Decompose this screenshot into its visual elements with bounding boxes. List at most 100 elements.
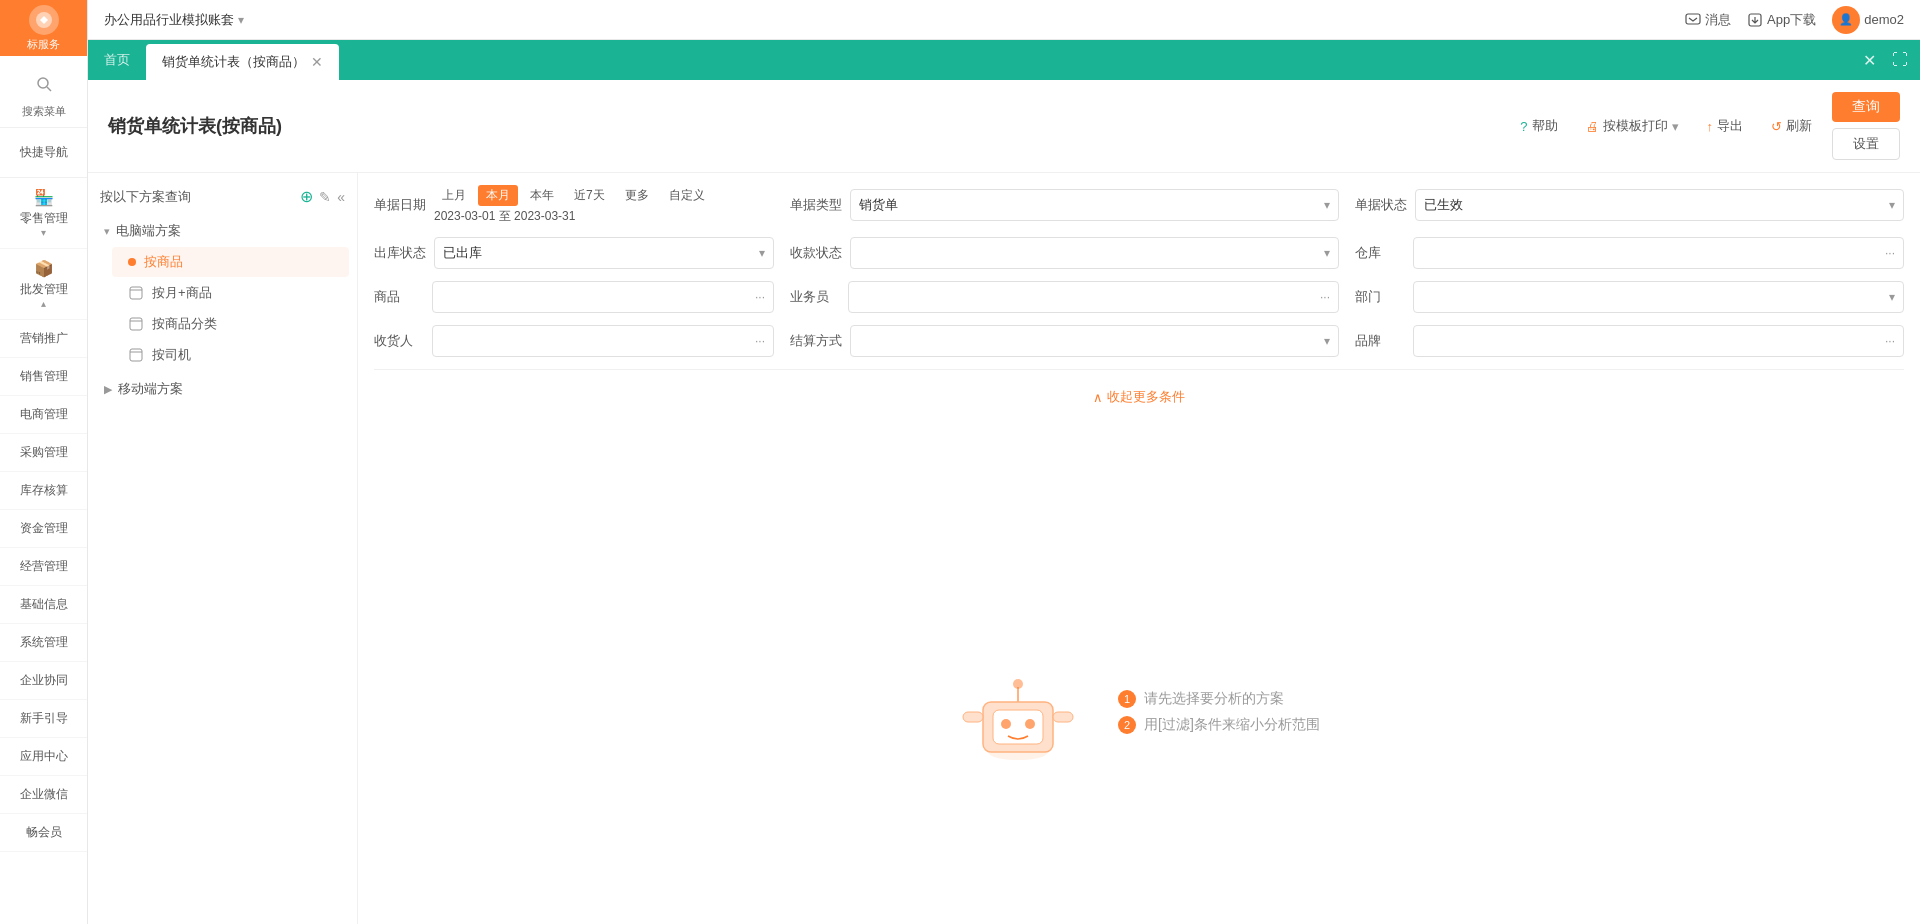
recipient-field: 收货人 ···	[374, 325, 774, 357]
workspace-text: 办公用品行业模拟账套	[104, 11, 234, 29]
date-tab-last-month[interactable]: 上月	[434, 185, 474, 206]
sidebar-item-member[interactable]: 畅会员	[0, 814, 87, 852]
sidebar-item-wholesale[interactable]: 📦 批发管理 ▴	[0, 249, 87, 320]
sidebar-item-apps[interactable]: 应用中心	[0, 738, 87, 776]
user-name-text: demo2	[1864, 12, 1904, 27]
brand-input[interactable]: ···	[1413, 325, 1904, 357]
scheme-edit-btn[interactable]: ✎	[319, 189, 331, 205]
salesperson-input[interactable]: ···	[848, 281, 1339, 313]
marketing-label: 营销推广	[20, 330, 68, 347]
warehouse-more-icon: ···	[1885, 246, 1895, 260]
sidebar-item-inventory[interactable]: 库存核算	[0, 472, 87, 510]
sidebar-item-marketing[interactable]: 营销推广	[0, 320, 87, 358]
setting-button[interactable]: 设置	[1832, 128, 1900, 160]
empty-tip-1: 1 请先选择要分析的方案	[1118, 690, 1284, 708]
sidebar-item-purchase[interactable]: 采购管理	[0, 434, 87, 472]
tab-sales-stats[interactable]: 销货单统计表（按商品） ✕	[146, 44, 339, 80]
desktop-group-arrow-icon: ▾	[104, 225, 110, 238]
collapse-filter-btn[interactable]: ∧ 收起更多条件	[1085, 380, 1193, 414]
sidebar-item-ecommerce[interactable]: 电商管理	[0, 396, 87, 434]
scheme-item-by-cashier[interactable]: 按司机	[112, 340, 349, 370]
settlement-input[interactable]: ▾	[850, 325, 1339, 357]
sidebar-item-tutorial[interactable]: 新手引导	[0, 700, 87, 738]
scheme-group-desktop-header[interactable]: ▾ 电脑端方案	[88, 216, 357, 246]
refresh-btn[interactable]: ↺ 刷新	[1763, 113, 1820, 139]
warehouse-label: 仓库	[1355, 244, 1405, 262]
sidebar-item-sales[interactable]: 销售管理	[0, 358, 87, 396]
sidebar-item-operations[interactable]: 经营管理	[0, 548, 87, 586]
scheme-item-by-category[interactable]: 按商品分类	[112, 309, 349, 339]
warehouse-status-input[interactable]: 已出库 ▾	[434, 237, 774, 269]
page-actions: ? 帮助 🖨 按模板打印 ▾ ↑ 导出 ↺ 刷新 查询	[1512, 92, 1900, 160]
member-label: 畅会员	[26, 824, 62, 841]
message-btn[interactable]: 消息	[1685, 11, 1731, 29]
doc-status-input[interactable]: 已生效 ▾	[1415, 189, 1904, 221]
warehouse-status-label: 出库状态	[374, 244, 426, 262]
sidebar-item-cooperation[interactable]: 企业协同	[0, 662, 87, 700]
help-label: 帮助	[1532, 117, 1558, 135]
export-label: 导出	[1717, 117, 1743, 135]
sidebar-item-system[interactable]: 系统管理	[0, 624, 87, 662]
tab-maximize-btn[interactable]: ⛶	[1888, 47, 1912, 73]
warehouse-input[interactable]: ···	[1413, 237, 1904, 269]
type-field: 单据类型 销货单 ▾	[790, 189, 1339, 221]
scheme-collapse-btn[interactable]: «	[337, 189, 345, 205]
app-download-icon	[1747, 12, 1763, 28]
print-btn[interactable]: 🖨 按模板打印 ▾	[1578, 113, 1687, 139]
tip-2-text: 用[过滤]条件来缩小分析范围	[1144, 716, 1320, 734]
scheme-item-by-month-product[interactable]: 按月+商品	[112, 278, 349, 308]
help-btn[interactable]: ? 帮助	[1512, 113, 1565, 139]
doc-status-field: 单据状态 已生效 ▾	[1355, 189, 1904, 221]
sales-label: 销售管理	[20, 368, 68, 385]
quick-nav-item[interactable]: 快捷导航	[20, 136, 68, 169]
svg-line-2	[47, 87, 51, 91]
scheme-item-by-product[interactable]: 按商品	[112, 247, 349, 277]
refresh-icon: ↺	[1771, 119, 1782, 134]
salesperson-field: 业务员 ···	[790, 281, 1339, 313]
wechat-label: 企业微信	[20, 786, 68, 803]
query-button[interactable]: 查询	[1832, 92, 1900, 122]
date-tab-this-year[interactable]: 本年	[522, 185, 562, 206]
date-tab-this-month[interactable]: 本月	[478, 185, 518, 206]
date-range-text: 2023-03-01 至 2023-03-31	[434, 208, 774, 225]
recipient-input[interactable]: ···	[432, 325, 774, 357]
user-avatar: 👤	[1832, 6, 1860, 34]
department-dropdown-icon: ▾	[1889, 290, 1895, 304]
department-input[interactable]: ▾	[1413, 281, 1904, 313]
brand-field: 品牌 ···	[1355, 325, 1904, 357]
product-label: 商品	[374, 288, 424, 306]
tab-close-btn[interactable]: ✕	[1859, 47, 1880, 74]
svg-rect-9	[130, 349, 142, 361]
receipt-status-input[interactable]: ▾	[850, 237, 1339, 269]
sidebar-item-retail[interactable]: 🏪 零售管理 ▾	[0, 178, 87, 249]
scheme-group-mobile-header[interactable]: ▶ 移动端方案	[88, 374, 357, 404]
product-input[interactable]: ···	[432, 281, 774, 313]
tab-sales-stats-label: 销货单统计表（按商品）	[162, 53, 305, 71]
date-tab-last-7[interactable]: 近7天	[566, 185, 613, 206]
scheme-add-btn[interactable]: ⊕	[300, 187, 313, 206]
tab-home[interactable]: 首页	[88, 40, 146, 80]
sidebar-item-finance[interactable]: 资金管理	[0, 510, 87, 548]
tip-2-num: 2	[1118, 716, 1136, 734]
date-tab-custom[interactable]: 自定义	[661, 185, 713, 206]
export-btn[interactable]: ↑ 导出	[1699, 113, 1752, 139]
type-dropdown-icon: ▾	[1324, 198, 1330, 212]
left-sidebar: 标服务 搜索菜单 快捷导航 🏪 零售管理 ▾ 📦 批发管理 ▴ 营销推广 销售管…	[0, 0, 88, 924]
sidebar-item-basic[interactable]: 基础信息	[0, 586, 87, 624]
operations-label: 经营管理	[20, 558, 68, 575]
date-tab-more[interactable]: 更多	[617, 185, 657, 206]
tab-close-icon[interactable]: ✕	[311, 55, 323, 69]
search-icon-area[interactable]	[24, 64, 64, 104]
retail-icon: 🏪	[34, 188, 54, 207]
sidebar-item-wechat[interactable]: 企业微信	[0, 776, 87, 814]
app-logo[interactable]: 标服务	[0, 0, 88, 56]
wholesale-icon: 📦	[34, 259, 54, 278]
svg-rect-7	[130, 318, 142, 330]
logo-icon	[29, 5, 59, 35]
svg-rect-18	[963, 712, 983, 722]
wholesale-arrow-icon: ▴	[41, 298, 46, 309]
type-input[interactable]: 销货单 ▾	[850, 189, 1339, 221]
by-month-product-label: 按月+商品	[152, 284, 212, 302]
user-avatar-btn[interactable]: 👤 demo2	[1832, 6, 1904, 34]
app-download-btn[interactable]: App下载	[1747, 11, 1816, 29]
